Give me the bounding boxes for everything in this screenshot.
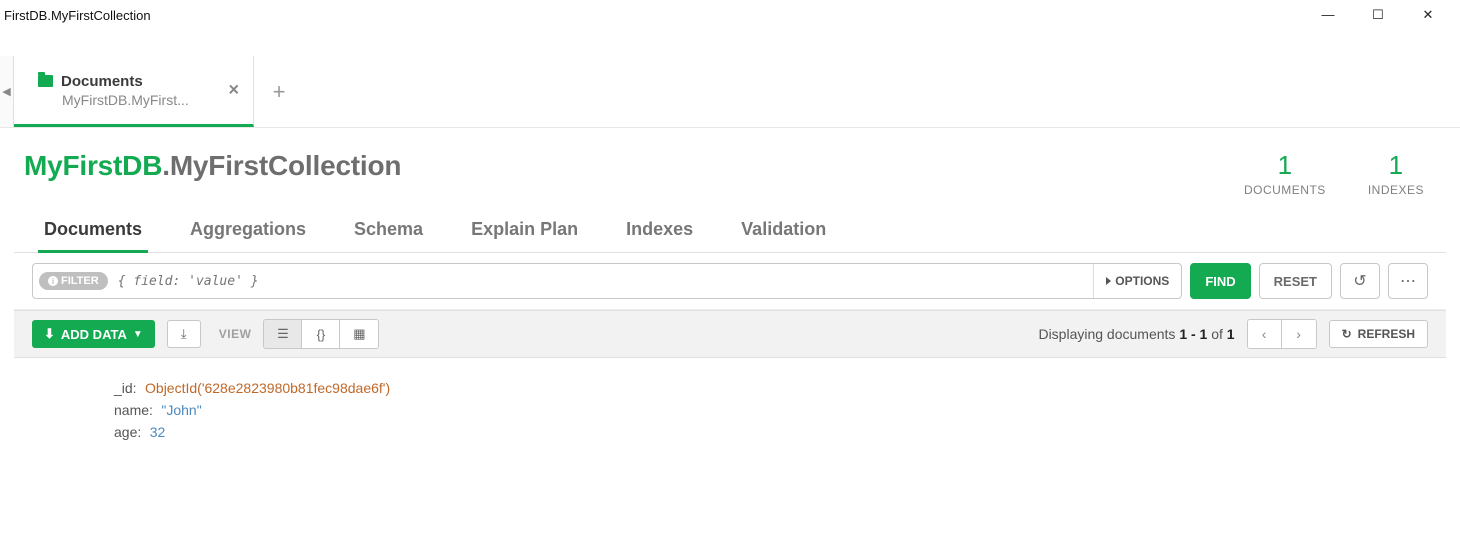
chevron-down-icon: ▼	[133, 329, 143, 340]
name-separator: .	[162, 150, 170, 181]
displaying-prefix: Displaying documents	[1038, 326, 1179, 342]
refresh-label: REFRESH	[1358, 327, 1415, 341]
tab-close-icon[interactable]: ×	[228, 80, 239, 101]
field-value-string: "John"	[161, 402, 201, 418]
reset-button[interactable]: RESET	[1259, 263, 1332, 299]
indexes-count: 1	[1368, 150, 1424, 181]
add-data-button[interactable]: ⬇ ADD DATA ▼	[32, 320, 155, 348]
doc-field-name: name: "John"	[114, 400, 1346, 422]
tab-title: Documents	[61, 73, 143, 90]
window-title: FirstDB.MyFirstCollection	[4, 8, 1314, 23]
view-table-icon[interactable]: ▦	[340, 320, 378, 348]
field-key: name:	[114, 402, 153, 418]
db-name: MyFirstDB	[24, 150, 162, 181]
pager: ‹ ›	[1247, 319, 1317, 349]
indexes-label: INDEXES	[1368, 183, 1424, 197]
displaying-range: 1 - 1	[1179, 326, 1207, 342]
page-prev-icon[interactable]: ‹	[1248, 320, 1282, 348]
doc-field-age: age: 32	[114, 422, 1346, 444]
folder-icon	[38, 75, 53, 87]
find-button[interactable]: FIND	[1190, 263, 1250, 299]
field-value-objectid: ObjectId('628e2823980b81fec98dae6f')	[145, 380, 390, 396]
refresh-button[interactable]: ↻ REFRESH	[1329, 320, 1428, 348]
field-value-number: 32	[150, 424, 166, 440]
documents-label: DOCUMENTS	[1244, 183, 1326, 197]
documents-toolbar: ⬇ ADD DATA ▼ ⤓ VIEW ☰ {} ▦ Displaying do…	[14, 310, 1446, 358]
tab-indexes[interactable]: Indexes	[626, 219, 693, 252]
view-json-icon[interactable]: {}	[302, 320, 340, 348]
tab-schema[interactable]: Schema	[354, 219, 423, 252]
documents-count: 1	[1244, 150, 1326, 181]
displaying-total: 1	[1227, 326, 1235, 342]
field-key: _id:	[114, 380, 137, 396]
window-controls: — ☐ ✕	[1314, 7, 1460, 23]
minimize-icon[interactable]: —	[1314, 7, 1342, 23]
tab-subtitle: MyFirstDB.MyFirst...	[62, 92, 209, 108]
options-button[interactable]: OPTIONS	[1093, 264, 1181, 298]
tab-strip: ◀ Documents MyFirstDB.MyFirst... × +	[0, 56, 1460, 128]
caret-right-icon	[1106, 277, 1111, 285]
collection-stats: 1 DOCUMENTS 1 INDEXES	[1244, 150, 1436, 197]
coll-name: MyFirstCollection	[170, 150, 402, 181]
tab-aggregations[interactable]: Aggregations	[190, 219, 306, 252]
maximize-icon[interactable]: ☐	[1364, 7, 1392, 23]
collection-header: MyFirstDB.MyFirstCollection 1 DOCUMENTS …	[0, 128, 1460, 207]
view-label: VIEW	[219, 327, 252, 341]
doc-field-id: _id: ObjectId('628e2823980b81fec98dae6f'…	[114, 378, 1346, 400]
tab-explain-plan[interactable]: Explain Plan	[471, 219, 578, 252]
more-button[interactable]: ⋯	[1388, 263, 1428, 299]
info-icon: i	[48, 276, 58, 286]
history-button[interactable]: ↺	[1340, 263, 1380, 299]
tab-title-row: Documents	[38, 73, 209, 90]
page-next-icon[interactable]: ›	[1282, 320, 1316, 348]
field-key: age:	[114, 424, 141, 440]
download-icon: ⬇	[44, 326, 55, 342]
displaying-text: Displaying documents 1 - 1 of 1	[1038, 326, 1234, 342]
new-tab-button[interactable]: +	[254, 56, 304, 127]
view-list-icon[interactable]: ☰	[264, 320, 302, 348]
add-data-label: ADD DATA	[61, 327, 127, 342]
filter-badge: iFILTER	[39, 272, 108, 290]
refresh-icon: ↻	[1342, 327, 1352, 341]
document-area: _id: ObjectId('628e2823980b81fec98dae6f'…	[14, 358, 1446, 464]
filter-input-wrap: iFILTER OPTIONS	[32, 263, 1182, 299]
tab-validation[interactable]: Validation	[741, 219, 826, 252]
tab-documents[interactable]: Documents MyFirstDB.MyFirst... ×	[14, 56, 254, 127]
options-label: OPTIONS	[1115, 274, 1169, 288]
collection-subtabs: Documents Aggregations Schema Explain Pl…	[14, 207, 1446, 253]
stat-documents: 1 DOCUMENTS	[1244, 150, 1326, 197]
filter-bar: iFILTER OPTIONS FIND RESET ↺ ⋯	[14, 253, 1446, 310]
stat-indexes: 1 INDEXES	[1368, 150, 1424, 197]
displaying-of: of	[1207, 326, 1226, 342]
view-segmented: ☰ {} ▦	[263, 319, 379, 349]
tab-documents-sub[interactable]: Documents	[44, 219, 142, 252]
sidebar-expand-icon[interactable]: ◀	[0, 56, 14, 127]
filter-input[interactable]	[108, 274, 1094, 289]
window-titlebar: FirstDB.MyFirstCollection — ☐ ✕	[0, 0, 1460, 30]
toolbar-right: Displaying documents 1 - 1 of 1 ‹ › ↻ RE…	[1038, 319, 1428, 349]
collection-name: MyFirstDB.MyFirstCollection	[24, 150, 401, 182]
export-button[interactable]: ⤓	[167, 320, 201, 348]
close-icon[interactable]: ✕	[1414, 7, 1442, 23]
filter-badge-label: FILTER	[61, 275, 99, 287]
